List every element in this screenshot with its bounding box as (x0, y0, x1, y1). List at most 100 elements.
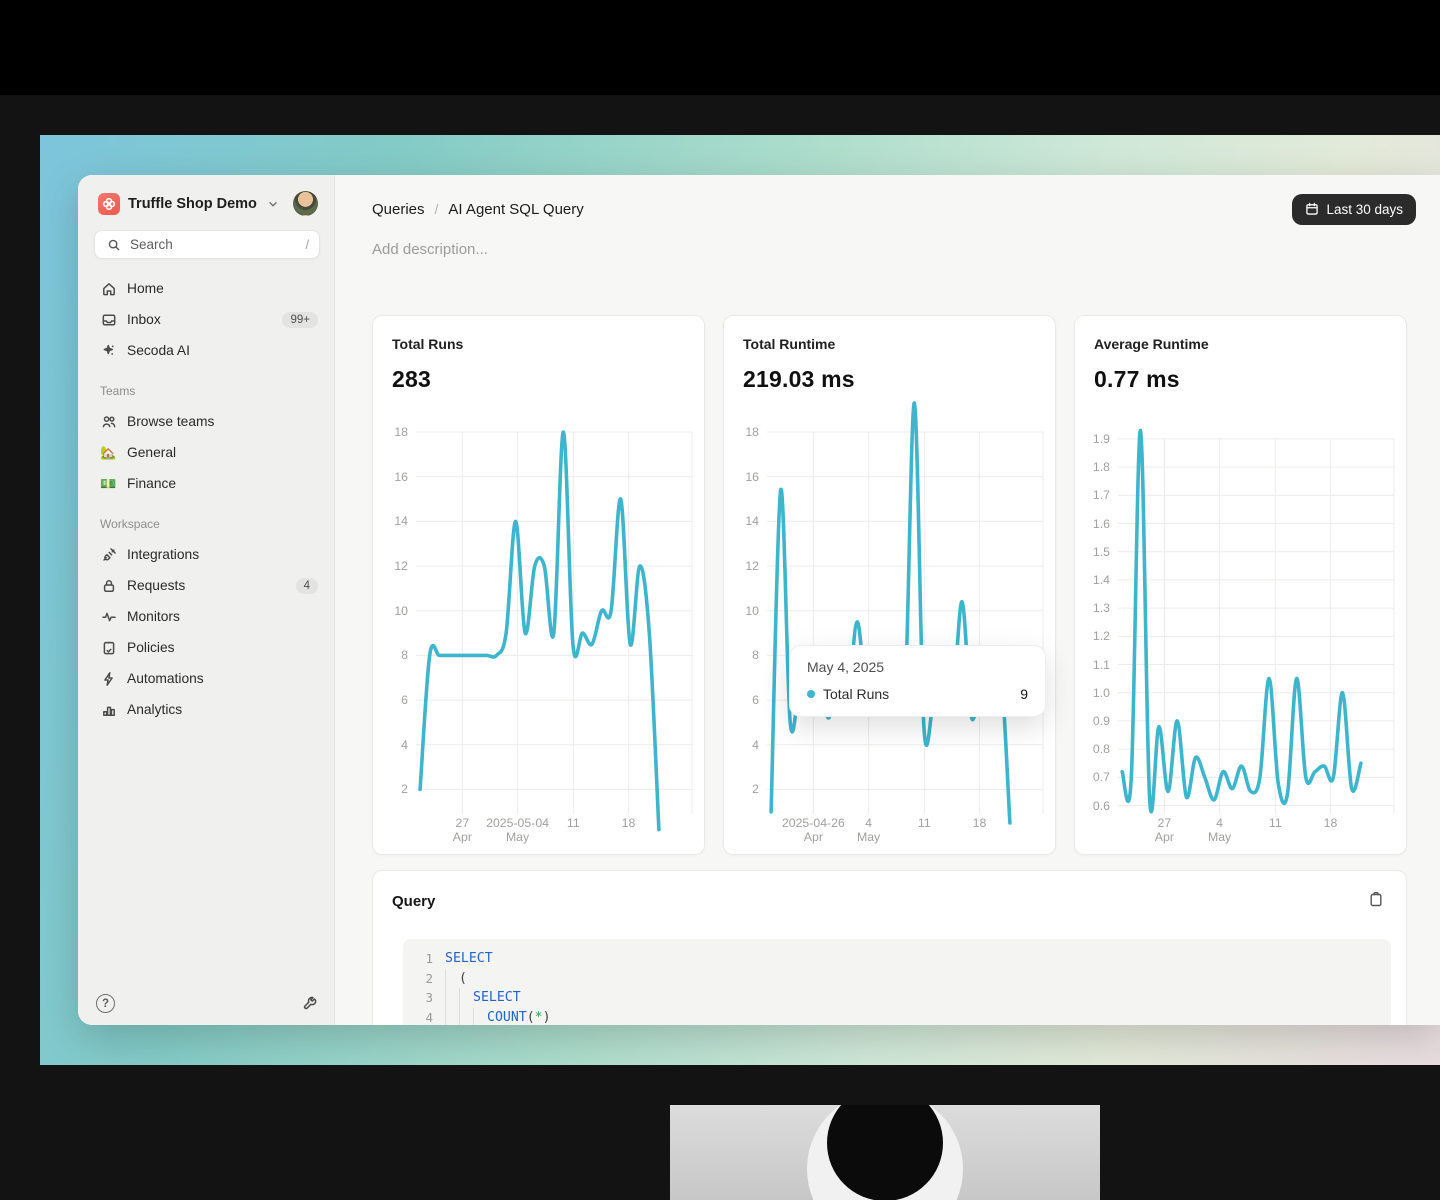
app-window: Truffle Shop Demo Search / Home Inbox 99+ S… (78, 175, 1440, 1025)
user-avatar[interactable] (293, 191, 318, 216)
x-tick-label: 11 (566, 816, 580, 830)
calendar-icon (1305, 202, 1319, 216)
monitor-bezel-top (0, 0, 1440, 95)
help-button[interactable]: ? (96, 994, 115, 1013)
plot-area[interactable]: 27 Apr 2025-05-04 May 11 18 (416, 422, 693, 846)
sidebar-item-general[interactable]: 🏡 General (78, 437, 334, 468)
x-tick-label: 27 Apr (1154, 816, 1174, 844)
workspace-name: Truffle Shop Demo (128, 195, 257, 212)
sidebar-item-analytics[interactable]: Analytics (78, 694, 334, 725)
card-average-runtime: Average Runtime 0.77 ms 1.9 1.8 1.7 1.6 1.5 1… (1074, 315, 1407, 855)
y-tick-label: 14 (394, 514, 408, 529)
y-tick-label: 1.6 (1092, 516, 1110, 531)
data-line (769, 401, 1012, 825)
sidebar-item-policies[interactable]: Policies (78, 632, 334, 663)
line-chart-svg (1118, 428, 1395, 814)
plot-area[interactable]: 2025-04-26 Apr 4 May 11 18 (767, 401, 1044, 846)
sidebar-item-label: Automations (127, 671, 204, 686)
indent-guide (445, 988, 459, 1008)
tooltip-value: 9 (1020, 686, 1028, 702)
tooltip-series-label: Total Runs (823, 686, 890, 702)
data-line (1120, 428, 1363, 814)
chart-tooltip: May 4, 2025 Total Runs 9 (789, 645, 1046, 717)
sidebar-item-inbox[interactable]: Inbox 99+ (78, 304, 334, 335)
card-title: Total Runtime (743, 336, 836, 352)
secoda-logo-icon (98, 192, 120, 215)
date-range-label: Last 30 days (1326, 201, 1403, 217)
sql-token: ( (459, 970, 467, 986)
y-tick-label: 18 (745, 425, 759, 440)
y-axis: 1.9 1.8 1.7 1.6 1.5 1.4 1.3 1.2 1.1 1.0 0.9 0.8 0.7 0… (1081, 422, 1118, 846)
sql-token: * (534, 1009, 543, 1025)
card-title: Average Runtime (1094, 336, 1209, 352)
breadcrumb-separator: / (434, 201, 439, 217)
chevron-down-icon (266, 197, 280, 211)
plug-icon (100, 547, 117, 563)
sidebar-item-requests[interactable]: Requests 4 (78, 570, 334, 601)
sidebar-item-finance[interactable]: 💵 Finance (78, 468, 334, 499)
x-axis: 27 Apr 4 May 11 18 (1118, 814, 1394, 846)
sidebar-item-integrations[interactable]: Integrations (78, 539, 334, 570)
sidebar-item-secoda-ai[interactable]: Secoda AI (78, 335, 334, 366)
y-tick-label: 1.9 (1092, 431, 1110, 446)
total-runs-chart[interactable]: 18 16 14 12 10 8 6 4 2 27 Apr 2025-05-04 May 11 18 (379, 422, 693, 846)
card-total-runs: Total Runs 283 18 16 14 12 10 8 6 4 2 27 Apr 2025-0… (372, 315, 705, 855)
copy-query-icon[interactable] (1368, 891, 1384, 912)
y-tick-label: 10 (745, 603, 759, 618)
search-shortcut: / (305, 237, 309, 252)
search-input[interactable]: Search / (94, 230, 320, 259)
y-tick-label: 1.0 (1092, 685, 1110, 700)
sidebar-footer: ? (78, 994, 334, 1013)
indent-guide (473, 1007, 487, 1025)
sql-code-block[interactable]: 1SELECT2(3SELECT4COUNT(*)5FROM (403, 939, 1391, 1025)
indent-guide (445, 968, 459, 988)
sidebar-section-label-teams: Teams (100, 384, 136, 398)
x-axis: 27 Apr 2025-05-04 May 11 18 (416, 814, 692, 846)
monitor-stand (670, 1105, 1100, 1200)
plot-area[interactable]: 27 Apr 4 May 11 18 (1118, 422, 1395, 846)
card-total-runtime: Total Runtime 219.03 ms 18 16 14 12 10 8 6 4 2 20… (723, 315, 1056, 855)
total-runtime-chart[interactable]: 18 16 14 12 10 8 6 4 2 2025-04-26 Apr 4 May 11 18 (730, 401, 1044, 846)
y-tick-label: 6 (401, 693, 408, 708)
inbox-icon (100, 312, 117, 328)
description-placeholder[interactable]: Add description... (372, 241, 488, 258)
line-number: 1 (425, 951, 433, 967)
y-tick-label: 8 (401, 648, 408, 663)
sidebar-item-home[interactable]: Home (78, 273, 334, 304)
sidebar: Truffle Shop Demo Search / Home Inbox 99+ S… (78, 175, 335, 1025)
sidebar-item-label: Monitors (127, 609, 180, 624)
series-dot-icon (807, 690, 815, 698)
sparkles-icon (100, 343, 117, 359)
y-tick-label: 1.4 (1092, 572, 1110, 587)
y-tick-label: 0.6 (1092, 798, 1110, 813)
sidebar-item-browse-teams[interactable]: Browse teams (78, 406, 334, 437)
y-tick-label: 6 (752, 693, 759, 708)
x-tick-label: 27 Apr (452, 816, 472, 844)
x-tick-label: 2025-04-26 Apr (781, 816, 845, 844)
sidebar-nav: Home Inbox 99+ Secoda AI Teams Browse teams 🏡 G… (78, 273, 334, 725)
sidebar-item-label: Finance (127, 476, 177, 491)
y-tick-label: 10 (394, 603, 408, 618)
y-tick-label: 1.5 (1092, 544, 1110, 559)
average-runtime-chart[interactable]: 1.9 1.8 1.7 1.6 1.5 1.4 1.3 1.2 1.1 1.0 0.9 0.8 0.7 0… (1081, 422, 1395, 846)
sidebar-item-monitors[interactable]: Monitors (78, 601, 334, 632)
breadcrumb-current-page: AI Agent SQL Query (448, 200, 584, 218)
sidebar-item-automations[interactable]: Automations (78, 663, 334, 694)
sql-token: COUNT (487, 1009, 527, 1025)
indent-guide (459, 988, 473, 1008)
breadcrumb-queries[interactable]: Queries (372, 201, 425, 218)
y-tick-label: 8 (752, 648, 759, 663)
topbar: Queries / AI Agent SQL Query Last 30 day… (372, 193, 1416, 225)
card-title: Total Runs (392, 336, 464, 352)
sidebar-item-label: Inbox (127, 312, 161, 327)
chart-icon (100, 702, 117, 718)
line-number: 2 (425, 970, 433, 986)
home-icon (100, 281, 117, 297)
query-panel-title: Query (392, 893, 436, 910)
workspace-switcher[interactable]: Truffle Shop Demo (78, 175, 334, 216)
date-range-button[interactable]: Last 30 days (1292, 193, 1416, 225)
y-tick-label: 12 (394, 559, 408, 574)
sidebar-item-label: Home (127, 281, 164, 296)
money-emoji-icon: 💵 (100, 476, 117, 491)
wrench-icon[interactable] (301, 996, 318, 1012)
